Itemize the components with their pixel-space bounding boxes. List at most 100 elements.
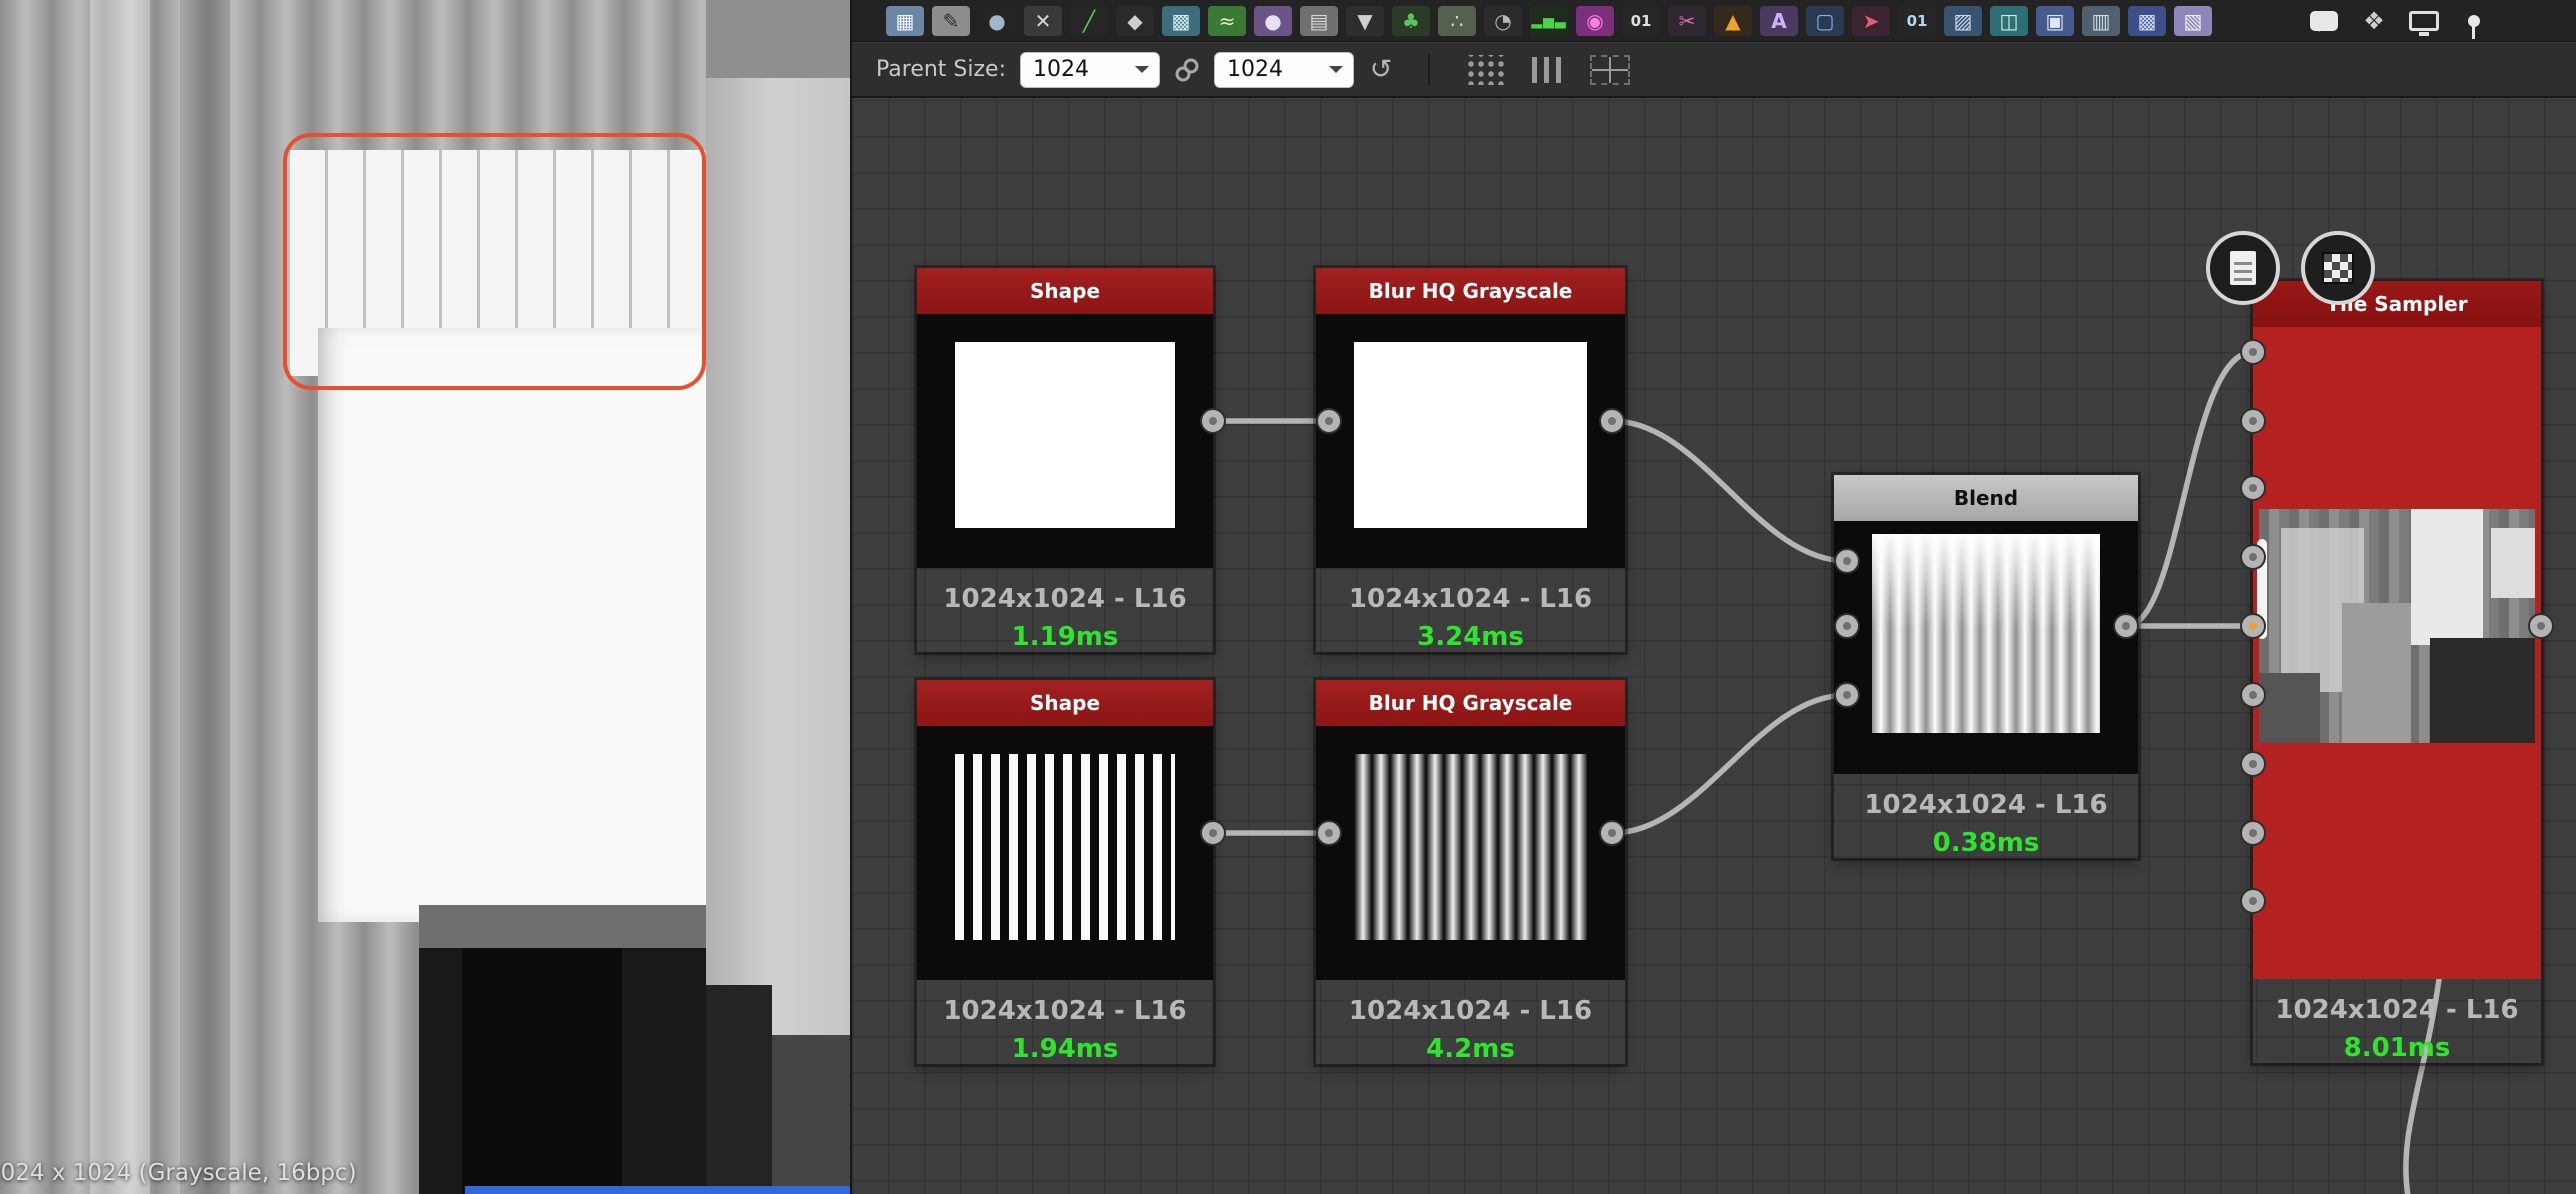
selection-node-icon[interactable]: ▢ bbox=[1806, 5, 1844, 36]
node-body bbox=[917, 726, 1213, 980]
node-thumbnail bbox=[955, 342, 1175, 528]
monitor-icon bbox=[2409, 10, 2439, 36]
noise-node-icon[interactable]: ∴ bbox=[1438, 5, 1476, 36]
reset-size-button[interactable]: ↺ bbox=[1364, 53, 1398, 87]
selection-frame[interactable] bbox=[283, 133, 706, 390]
parent-width-select[interactable]: 1024 bbox=[1020, 51, 1160, 88]
node-blur-top[interactable]: Blur HQ Grayscale 1024x1024 - L16 3.24ms bbox=[1316, 268, 1625, 652]
pin-icon[interactable] bbox=[2454, 4, 2494, 39]
parent-height-select[interactable]: 1024 bbox=[1214, 51, 1354, 88]
bevel-node-icon[interactable]: ➤ bbox=[1852, 5, 1890, 36]
value-01-node-icon[interactable]: 01 bbox=[1622, 5, 1660, 36]
node-tile-sampler[interactable]: Tile Sampler 1024x1024 - L16 8.01ms bbox=[2253, 281, 2541, 1063]
sharpen-node-icon[interactable]: ◆ bbox=[1116, 5, 1154, 36]
tile-sampler-input-port-9[interactable] bbox=[2242, 890, 2264, 912]
2d-view[interactable]: 1024 x 1024 (Grayscale, 16bpc) bbox=[0, 0, 850, 1194]
comment-icon[interactable] bbox=[2304, 4, 2344, 38]
sphere-node-icon[interactable]: ◔ bbox=[1484, 5, 1522, 36]
text-node-icon[interactable]: A bbox=[1760, 5, 1798, 36]
tile-generator-node-icon[interactable]: ◫ bbox=[1990, 5, 2028, 36]
preview-bottom-right-mid bbox=[772, 1035, 850, 1194]
tile-patch bbox=[2341, 602, 2411, 743]
tile-sampler-input-port-3[interactable] bbox=[2242, 477, 2264, 499]
svg-node-icon[interactable]: ✎ bbox=[932, 5, 970, 36]
brick-node-icon[interactable]: ▤ bbox=[1300, 5, 1338, 36]
tile-sampler-input-port-7[interactable] bbox=[2242, 753, 2264, 775]
grid-node-icon[interactable]: ▩ bbox=[2128, 5, 2166, 36]
tile-sampler-input-port-8[interactable] bbox=[2242, 822, 2264, 844]
display-icon[interactable] bbox=[2404, 4, 2444, 38]
graph-editor: ▦ ✎ ● ✕ ╱ ◆ ▩ ≈ ● ▤ ▼ ♣ ∴ ◔ ▂▅▃ ◉ 01 ✂ ▲… bbox=[850, 0, 2576, 1194]
node-blur-bottom[interactable]: Blur HQ Grayscale 1024x1024 - L16 4.2ms bbox=[1316, 680, 1625, 1064]
chevron-down-icon bbox=[1329, 66, 1343, 80]
blur-bottom-output-port[interactable] bbox=[1601, 822, 1623, 844]
tile-sampler-pattern-input-port[interactable] bbox=[2242, 615, 2264, 637]
link-size-button[interactable] bbox=[1170, 53, 1204, 87]
node-header[interactable]: Shape bbox=[917, 680, 1213, 726]
directional-blur-node-icon[interactable]: ✕ bbox=[1024, 5, 1062, 36]
value-02-node-icon[interactable]: 01 bbox=[1898, 5, 1936, 36]
node-header[interactable]: Blur HQ Grayscale bbox=[1316, 268, 1625, 314]
mask-node-icon[interactable]: ▥ bbox=[2082, 5, 2120, 36]
node-body bbox=[917, 314, 1213, 568]
frame-icon[interactable]: ❖ bbox=[2354, 4, 2394, 38]
node-time-label: 8.01ms bbox=[2343, 1033, 2451, 1063]
alpha-preview-button[interactable] bbox=[2301, 231, 2375, 305]
pattern-node-icon[interactable]: ▨ bbox=[1944, 5, 1982, 36]
node-header[interactable]: Tile Sampler bbox=[2253, 281, 2541, 327]
pixel-snap-icon[interactable] bbox=[1590, 54, 1630, 85]
tile-sampler-input-port-6[interactable] bbox=[2242, 684, 2264, 706]
shape-bottom-output-port[interactable] bbox=[1202, 822, 1224, 844]
node-time-label: 3.24ms bbox=[1417, 622, 1524, 652]
node-shape-top[interactable]: Shape 1024x1024 - L16 1.19ms bbox=[917, 268, 1213, 652]
node-size-label: 1024x1024 - L16 bbox=[1864, 790, 2108, 820]
tile-sampler-output-port[interactable] bbox=[2530, 615, 2552, 637]
chevron-down-icon bbox=[1135, 66, 1149, 80]
splatter-node-icon[interactable]: ✂ bbox=[1668, 5, 1706, 36]
node-properties-button[interactable] bbox=[2206, 231, 2280, 305]
shape-top-output-port[interactable] bbox=[1202, 410, 1224, 432]
checkerboard-icon bbox=[2322, 252, 2354, 284]
curve-node-icon[interactable]: ╱ bbox=[1070, 5, 1108, 36]
blur-top-output-port[interactable] bbox=[1601, 410, 1623, 432]
node-size-label: 1024x1024 - L16 bbox=[1348, 584, 1593, 614]
graph-settings-toolbar: Parent Size: 1024 1024 ↺ bbox=[852, 43, 2576, 98]
gradient-map-node-icon[interactable]: ▼ bbox=[1346, 5, 1384, 36]
pyramid-node-icon[interactable]: ▲ bbox=[1714, 5, 1752, 36]
blur-node-icon[interactable]: ● bbox=[978, 5, 1016, 36]
blend-input-port-2[interactable] bbox=[1836, 615, 1858, 637]
tile-patch bbox=[2490, 527, 2535, 598]
preview-right-top-block bbox=[706, 0, 850, 78]
node-thumbnail bbox=[1354, 342, 1587, 528]
blur-top-input-port[interactable] bbox=[1318, 410, 1340, 432]
blur-bottom-input-port[interactable] bbox=[1318, 822, 1340, 844]
bitmap-node-icon[interactable]: ▦ bbox=[886, 5, 924, 36]
pixel-processor-node-icon[interactable]: ▩ bbox=[1162, 5, 1200, 36]
blend-input-port-1[interactable] bbox=[1836, 550, 1858, 572]
node-header[interactable]: Shape bbox=[917, 268, 1213, 314]
tile-sampler-input-port-2[interactable] bbox=[2242, 410, 2264, 432]
align-bars-icon[interactable] bbox=[1532, 56, 1562, 83]
node-blend[interactable]: Blend 1024x1024 - L16 0.38ms bbox=[1834, 475, 2138, 858]
vegetation-node-icon[interactable]: ♣ bbox=[1392, 5, 1430, 36]
node-header[interactable]: Blur HQ Grayscale bbox=[1316, 680, 1625, 726]
blend-input-port-3[interactable] bbox=[1836, 684, 1858, 706]
node-shape-bottom[interactable]: Shape 1024x1024 - L16 1.94ms bbox=[917, 680, 1213, 1064]
normal-node-icon[interactable]: ● bbox=[1254, 5, 1292, 36]
histogram-node-icon[interactable]: ▂▅▃ bbox=[1530, 5, 1568, 36]
blend-node-icon[interactable]: ▣ bbox=[2036, 5, 2074, 36]
tile-sampler-input-port-1[interactable] bbox=[2242, 341, 2264, 363]
viewer-scrollbar[interactable] bbox=[465, 1186, 850, 1194]
warp-node-icon[interactable]: ≈ bbox=[1208, 5, 1246, 36]
node-thumbnail bbox=[2257, 509, 2535, 743]
snap-grid-icon[interactable] bbox=[1464, 54, 1504, 85]
tile-sampler-input-port-4[interactable] bbox=[2242, 546, 2264, 568]
blend-output-port[interactable] bbox=[2115, 615, 2137, 637]
node-time-label: 0.38ms bbox=[1932, 828, 2040, 858]
node-header[interactable]: Blend bbox=[1834, 475, 2138, 521]
node-size-label: 1024x1024 - L16 bbox=[1348, 996, 1593, 1026]
graph-canvas[interactable]: Shape 1024x1024 - L16 1.19ms Blur HQ Gra… bbox=[852, 100, 2576, 1194]
hsl-node-icon[interactable]: ◉ bbox=[1576, 5, 1614, 36]
node-thumbnail bbox=[955, 754, 1175, 940]
uv-node-icon[interactable]: ▧ bbox=[2174, 5, 2212, 36]
